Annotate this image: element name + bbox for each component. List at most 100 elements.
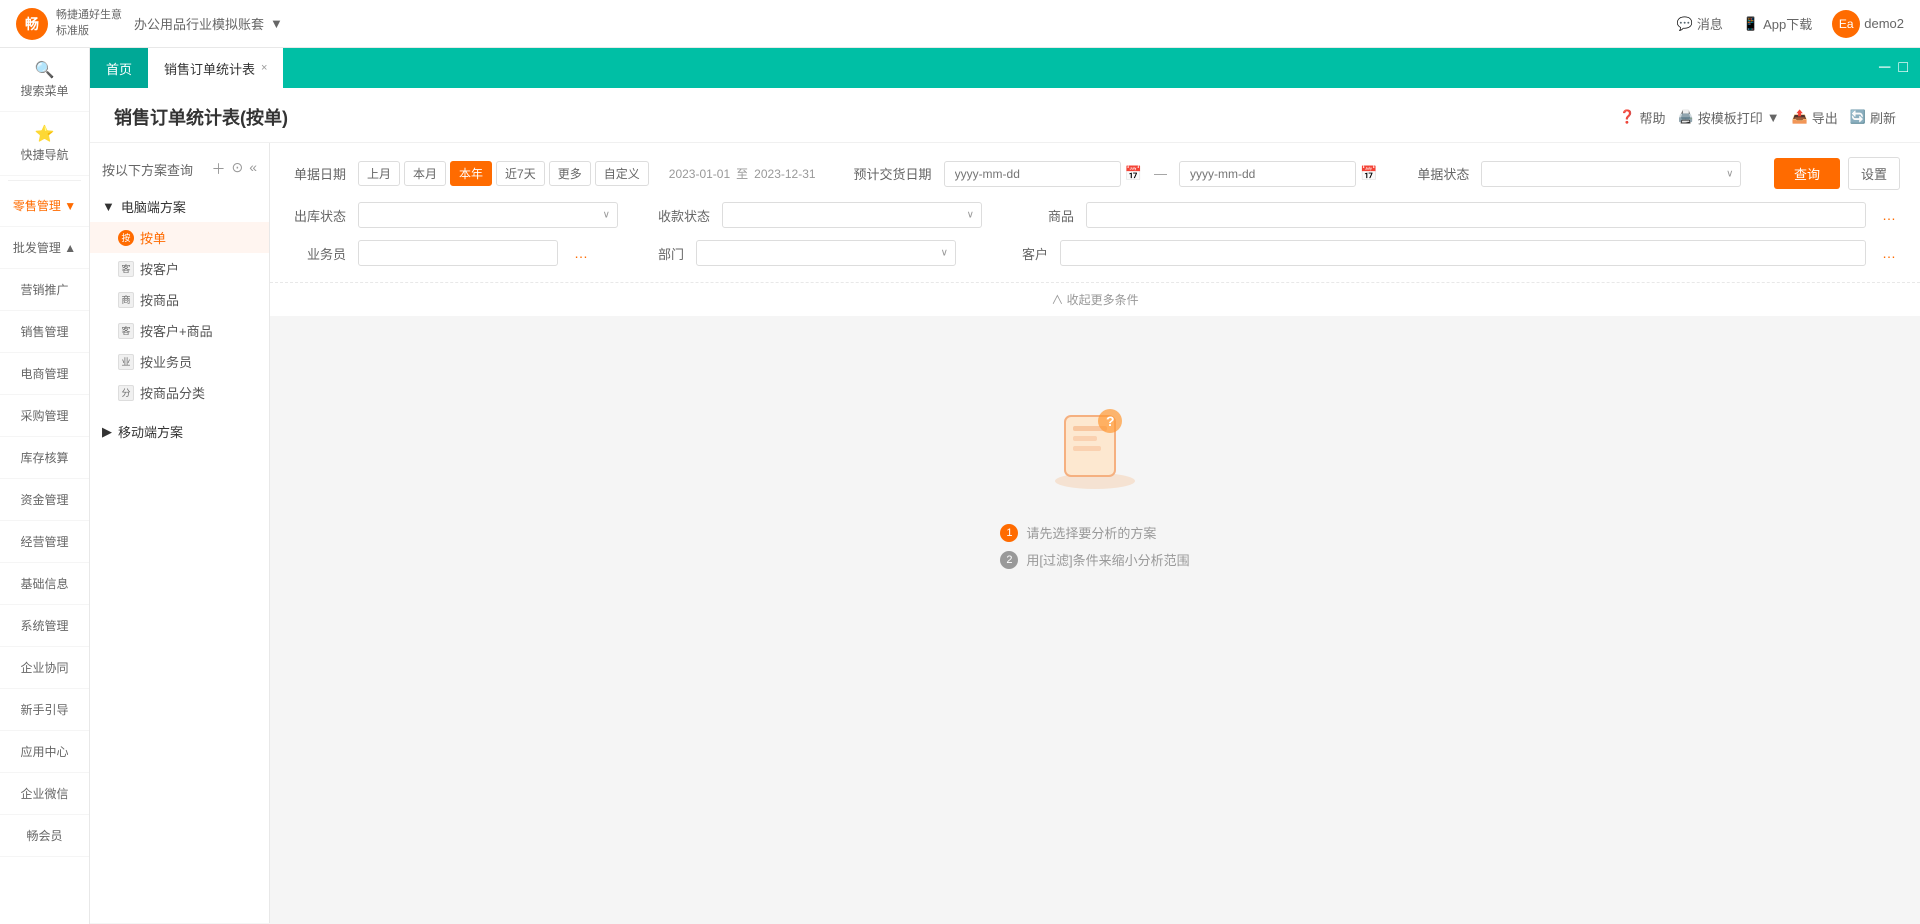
help-label: 帮助 — [1640, 108, 1666, 127]
date-range-display: 2023-01-01 至 2023-12-31 — [669, 165, 816, 182]
settings-button[interactable]: 设置 — [1848, 157, 1900, 190]
sidebar-item-corpwechat[interactable]: 企业微信 — [0, 773, 89, 815]
collapse-panel-icon[interactable]: « — [249, 159, 257, 179]
pay-status-select-wrap: ∨ — [722, 202, 982, 228]
tree-child-by-customer[interactable]: 客 按客户 — [90, 253, 269, 284]
app-icon: 📱 — [1743, 16, 1759, 32]
sidebar-item-finance[interactable]: 资金管理 — [0, 479, 89, 521]
salesman-input[interactable] — [358, 240, 558, 266]
sidebar-item-search[interactable]: 🔍 搜索菜单 — [0, 48, 89, 112]
sidebar-item-purchase[interactable]: 采购管理 — [0, 395, 89, 437]
stock-status-select[interactable] — [358, 202, 618, 228]
page-title: 销售订单统计表(按单) — [114, 104, 288, 142]
left-panel-title: 按以下方案查询 — [102, 160, 193, 179]
tab-sales-stats-label: 销售订单统计表 — [164, 59, 255, 78]
tree-child-label-order: 按单 — [140, 228, 166, 247]
tree-child-by-salesman[interactable]: 业 按业务员 — [90, 346, 269, 377]
tree-section-mobile: ▶ 移动端方案 — [90, 412, 269, 451]
tab-home[interactable]: 首页 — [90, 48, 148, 88]
expected-date-from[interactable] — [944, 161, 1121, 187]
sidebar-item-retail[interactable]: 零售管理 ▼ — [0, 185, 89, 227]
query-panel: 单据日期 上月 本月 本年 近7天 更多 自定义 2023-01-01 至 — [270, 143, 1920, 316]
tree-parent-mobile[interactable]: ▶ 移动端方案 — [90, 416, 269, 447]
left-panel-header: 按以下方案查询 ＋ ⊙ « — [90, 151, 269, 187]
sidebar-item-ecommerce[interactable]: 电商管理 — [0, 353, 89, 395]
app-download-label: App下载 — [1763, 14, 1812, 33]
print-template-btn[interactable]: 🖨️ 按模板打印 ▼ — [1678, 108, 1780, 127]
tree-child-label-salesman: 按业务员 — [140, 352, 192, 371]
tip-text-2: 用[过滤]条件来缩小分析范围 — [1026, 550, 1189, 569]
dropdown-label[interactable]: 办公用品行业模拟账套 — [134, 14, 264, 33]
tree-child-by-product[interactable]: 商 按商品 — [90, 284, 269, 315]
collapse-bar[interactable]: ∧ 收起更多条件 — [270, 282, 1920, 316]
empty-tips: 1 请先选择要分析的方案 2 用[过滤]条件来缩小分析范围 — [1000, 523, 1189, 577]
sidebar-item-basic[interactable]: 基础信息 — [0, 563, 89, 605]
sidebar-item-newuser[interactable]: 新手引导 — [0, 689, 89, 731]
date-btn-more[interactable]: 更多 — [549, 161, 591, 186]
date-btn-last-month[interactable]: 上月 — [358, 161, 400, 186]
left-panel-icons: ＋ ⊙ « — [211, 159, 257, 179]
tree-parent-label-mobile: 移动端方案 — [118, 422, 183, 441]
tree-child-by-order[interactable]: 按 按单 — [90, 222, 269, 253]
quicknav-icon: ⭐ — [8, 124, 81, 144]
pay-status-select[interactable] — [722, 202, 982, 228]
dropdown-arrow[interactable]: ▼ — [270, 16, 283, 31]
sidebar-item-appcenter[interactable]: 应用中心 — [0, 731, 89, 773]
tab-sales-stats[interactable]: 销售订单统计表 × — [148, 48, 283, 88]
minimize-icon[interactable]: ─ — [1879, 59, 1890, 77]
action-buttons: 查询 设置 — [1774, 157, 1900, 190]
tree-expand-icon: ▶ — [102, 424, 112, 440]
collapse-text: ∧ 收起更多条件 — [1051, 293, 1138, 307]
sidebar-item-enterprise[interactable]: 企业协同 — [0, 647, 89, 689]
tree-child-by-customer-product[interactable]: 客 按客户+商品 — [90, 315, 269, 346]
print-label: 按模板打印 — [1698, 108, 1763, 127]
sidebar-item-member[interactable]: 畅会员 — [0, 815, 89, 857]
date-btn-this-month[interactable]: 本月 — [404, 161, 446, 186]
dept-select[interactable] — [696, 240, 956, 266]
export-btn[interactable]: 📤 导出 — [1792, 108, 1838, 127]
help-btn[interactable]: ❓ 帮助 — [1619, 108, 1665, 127]
date-btn-last-7days[interactable]: 近7天 — [496, 161, 545, 186]
sidebar-item-operations[interactable]: 经营管理 — [0, 521, 89, 563]
bill-status-select[interactable] — [1481, 161, 1741, 187]
bill-status-label: 单据状态 — [1413, 164, 1469, 183]
bill-status-select-wrap: ∨ — [1481, 161, 1741, 187]
product-input[interactable] — [1086, 202, 1866, 228]
tab-close-icon[interactable]: × — [261, 62, 267, 74]
app-download-btn[interactable]: 📱 App下载 — [1743, 14, 1812, 33]
right-panel: 单据日期 上月 本月 本年 近7天 更多 自定义 2023-01-01 至 — [270, 143, 1920, 923]
message-btn[interactable]: 💬 消息 — [1677, 14, 1723, 33]
sidebar-item-sales[interactable]: 销售管理 — [0, 311, 89, 353]
sidebar-item-marketing[interactable]: 营销推广 — [0, 269, 89, 311]
print-dropdown-arrow[interactable]: ▼ — [1767, 110, 1780, 125]
customer-ellipsis[interactable]: … — [1878, 245, 1900, 261]
calendar-to-icon[interactable]: 📅 — [1360, 165, 1377, 182]
tree-section-desktop: ▼ 电脑端方案 按 按单 客 按客户 商 — [90, 187, 269, 412]
settings-scheme-icon[interactable]: ⊙ — [231, 159, 243, 179]
product-ellipsis[interactable]: … — [1878, 207, 1900, 223]
sidebar-item-system[interactable]: 系统管理 — [0, 605, 89, 647]
sidebar-item-wholesale[interactable]: 批发管理 ▲ — [0, 227, 89, 269]
query-button[interactable]: 查询 — [1774, 158, 1840, 189]
customer-input[interactable] — [1060, 240, 1866, 266]
logo-area: 畅 畅捷通好生意 标准版 — [16, 8, 122, 40]
tree-child-by-category[interactable]: 分 按商品分类 — [90, 377, 269, 408]
expected-date-from-wrap: 📅 — [944, 161, 1142, 187]
by-salesman-icon: 业 — [118, 354, 134, 370]
date-btn-this-year[interactable]: 本年 — [450, 161, 492, 186]
salesman-ellipsis[interactable]: … — [570, 245, 592, 261]
expected-date-to-wrap: 📅 — [1179, 161, 1377, 187]
date-btn-custom[interactable]: 自定义 — [595, 161, 649, 186]
expected-date-label: 预计交货日期 — [852, 164, 932, 183]
sidebar-item-inventory[interactable]: 库存核算 — [0, 437, 89, 479]
product-label: 商品 — [1018, 206, 1074, 225]
maximize-icon[interactable]: □ — [1898, 59, 1908, 77]
top-center: 办公用品行业模拟账套 ▼ — [134, 14, 283, 33]
user-area[interactable]: Ea demo2 — [1832, 10, 1904, 38]
calendar-from-icon[interactable]: 📅 — [1125, 165, 1142, 182]
tree-parent-desktop[interactable]: ▼ 电脑端方案 — [90, 191, 269, 222]
expected-date-to[interactable] — [1179, 161, 1356, 187]
sidebar-item-quicknav[interactable]: ⭐ 快捷导航 — [0, 112, 89, 176]
add-scheme-icon[interactable]: ＋ — [211, 159, 225, 179]
refresh-btn[interactable]: 🔄 刷新 — [1850, 108, 1896, 127]
